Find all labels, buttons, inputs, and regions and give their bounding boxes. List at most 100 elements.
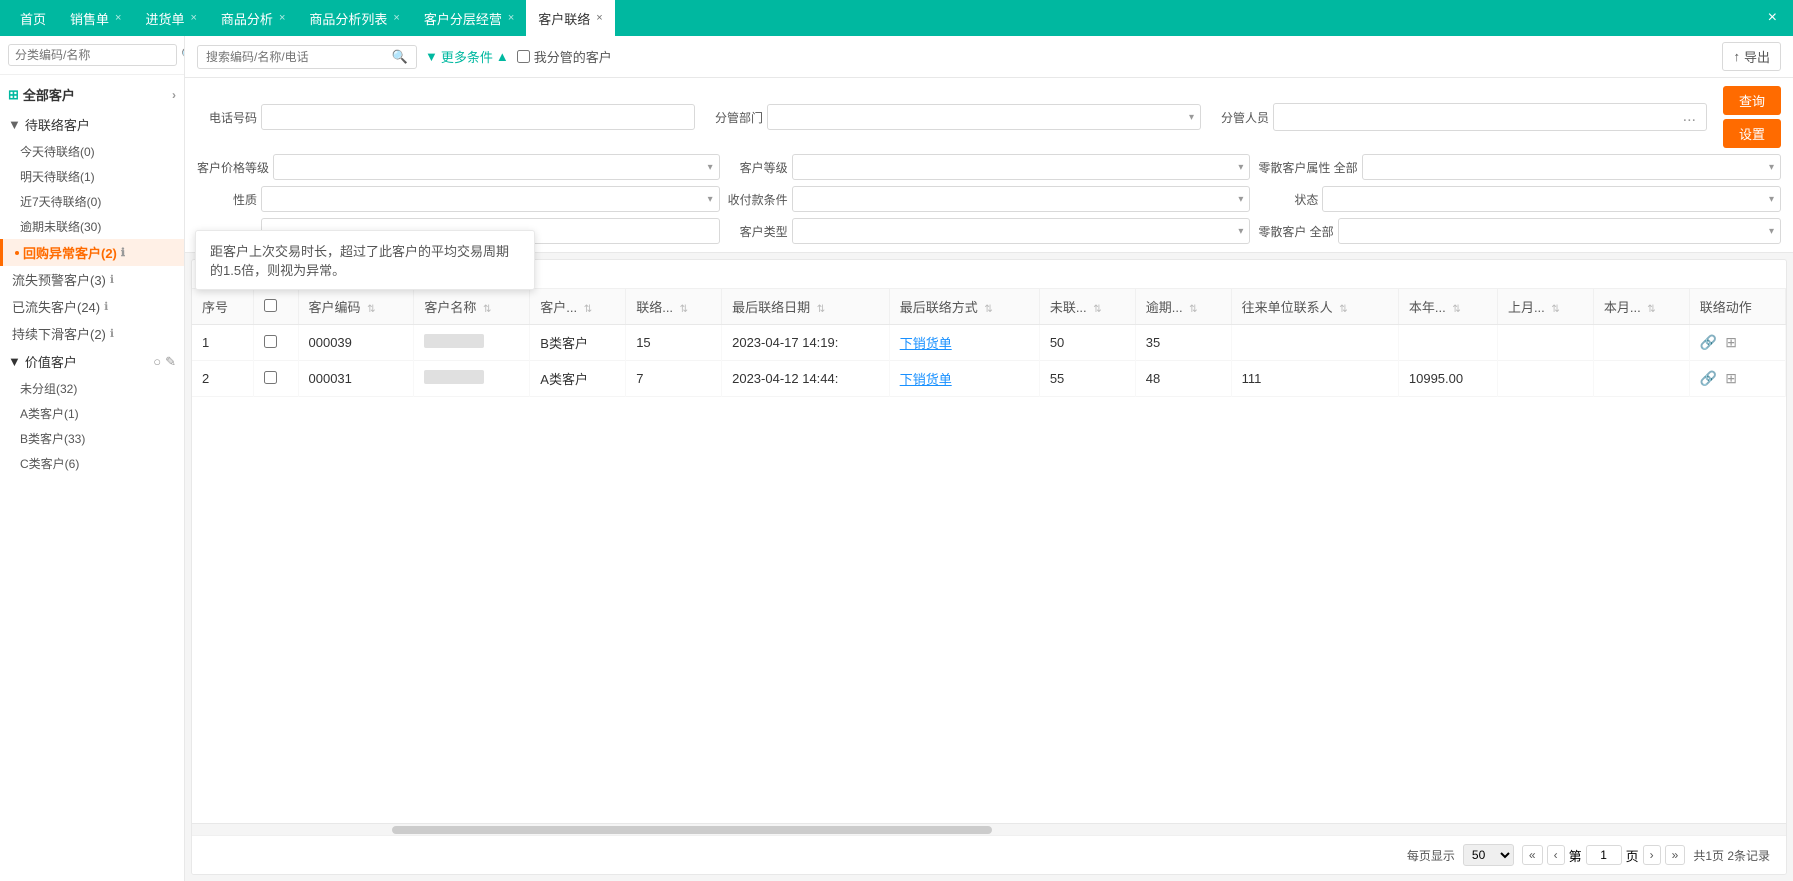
horizontal-scrollbar[interactable] (192, 823, 1786, 835)
sidebar-item-churn-warning[interactable]: 流失预警客户(3) ℹ (0, 266, 184, 293)
cell-method-1: 下销货单 (889, 325, 1039, 361)
sidebar-item-overdue-contact[interactable]: 逾期未联络(30) (0, 214, 184, 239)
sort-icon-overdue: ⇅ (1189, 304, 1197, 315)
table-scroll-container[interactable]: 序号 客户编码 ⇅ 客户名称 ⇅ 客户... ⇅ 联络... ⇅ 最后联络日期 … (192, 289, 1786, 823)
sidebar-pending-contact-header[interactable]: ▼ 待联络客户 (0, 110, 184, 139)
next-page-button[interactable]: › (1643, 845, 1661, 865)
cell-check-2 (253, 361, 298, 397)
filter-retail-customer-select[interactable]: ▾ (1338, 218, 1781, 244)
first-page-button[interactable]: « (1522, 845, 1543, 865)
col-actions: 联络动作 (1689, 289, 1785, 325)
cell-code-2: 000031 (298, 361, 414, 397)
sidebar-search-input[interactable] (8, 44, 177, 66)
col-checkbox (253, 289, 298, 325)
nav-sales-close[interactable]: × (115, 12, 121, 24)
nav-product-analysis[interactable]: 商品分析 × (209, 0, 297, 36)
nav-customer-tier[interactable]: 客户分层经营 × (412, 0, 526, 36)
payment-arrow-icon: ▾ (1238, 194, 1243, 205)
sidebar-item-tomorrow-contact[interactable]: 明天待联络(1) (0, 164, 184, 189)
nav-purchase[interactable]: 进货单 × (133, 0, 208, 36)
sidebar-item-ungrouped[interactable]: 未分组(32) (0, 376, 184, 401)
method-link-2[interactable]: 下销货单 (900, 372, 952, 387)
filter-retail-attr-select[interactable]: ▾ (1362, 154, 1781, 180)
main-layout: 🔍 ⊞ 全部客户 › ▼ 待联络客户 今天待联络(0) 明天待联络(1) 近7天… (0, 36, 1793, 881)
link-icon-1[interactable]: 🔗 (1700, 334, 1717, 351)
more-conditions-arrow: ▲ (496, 49, 509, 64)
circle-icon[interactable]: ○ (153, 354, 161, 370)
nav-product-analysis-list[interactable]: 商品分析列表 × (297, 0, 411, 36)
nav-sales[interactable]: 销售单 × (58, 0, 133, 36)
filter-manager-select[interactable]: ... (1273, 103, 1707, 131)
last-page-button[interactable]: » (1665, 845, 1686, 865)
grid-icon-1[interactable]: ⊞ (1725, 334, 1737, 351)
sidebar-item-class-a[interactable]: A类客户(1) (0, 401, 184, 426)
per-page-select[interactable]: 50 20 100 (1463, 844, 1514, 866)
search-bar-icon[interactable]: 🔍 (392, 49, 408, 65)
prev-page-button[interactable]: ‹ (1547, 845, 1565, 865)
nav-customer-contact[interactable]: 客户联络 × (526, 0, 614, 36)
nav-customer-tier-label: 客户分层经营 (424, 9, 502, 28)
my-customers-checkbox[interactable] (517, 50, 530, 63)
nav-customer-contact-close[interactable]: × (596, 12, 602, 24)
settings-button[interactable]: 设置 (1723, 119, 1781, 148)
sidebar-tree: ⊞ 全部客户 › ▼ 待联络客户 今天待联络(0) 明天待联络(1) 近7天待联… (0, 75, 184, 881)
sidebar-value-section: ▼ 价值客户 ○ ✎ 未分组(32) A类客户(1) B类客户(33) C类客户… (0, 347, 184, 476)
filter-phone-input[interactable] (261, 104, 695, 130)
filter-status-select[interactable]: ▾ (1322, 186, 1781, 212)
page-number-input[interactable] (1586, 845, 1622, 865)
filter-icon: ▼ (425, 49, 438, 64)
more-conditions-btn[interactable]: ▼ 更多条件 ▲ (425, 47, 509, 66)
sidebar-item-declining[interactable]: 持续下滑客户(2) ℹ (0, 320, 184, 347)
nav-customer-tier-close[interactable]: × (508, 12, 514, 24)
sort-icon-this-month: ⇅ (1647, 304, 1655, 315)
content-area: 🔍 ▼ 更多条件 ▲ 我分管的客户 ↑ 导出 电话号码 (185, 36, 1793, 881)
cell-name-2 (414, 361, 530, 397)
row-checkbox-1[interactable] (264, 335, 277, 348)
nav-product-analysis-list-close[interactable]: × (393, 12, 399, 24)
filter-payment-select[interactable]: ▾ (792, 186, 1251, 212)
sidebar-pending-contact-section: ▼ 待联络客户 今天待联络(0) 明天待联络(1) 近7天待联络(0) 逾期未联… (0, 110, 184, 239)
info-icon4: ℹ (110, 327, 114, 340)
filter-price-level-select[interactable]: ▾ (273, 154, 720, 180)
cell-name-1 (414, 325, 530, 361)
sidebar-item-today-contact[interactable]: 今天待联络(0) (0, 139, 184, 164)
sidebar-item-repurchase-anomaly[interactable]: 回购异常客户(2) ℹ (0, 239, 184, 266)
sidebar-item-7day-contact[interactable]: 近7天待联络(0) (0, 189, 184, 214)
dots-icon[interactable]: ... (1679, 108, 1700, 126)
scroll-thumb[interactable] (392, 826, 992, 834)
filter-customer-type-select[interactable]: ▾ (792, 218, 1251, 244)
grid-icon-2[interactable]: ⊞ (1725, 370, 1737, 387)
sort-icon-last-month: ⇅ (1551, 304, 1559, 315)
cell-this-month-1 (1593, 325, 1689, 361)
filter-customer-level-label: 客户等级 (728, 159, 788, 176)
nav-purchase-close[interactable]: × (190, 12, 196, 24)
export-button[interactable]: ↑ 导出 (1722, 42, 1781, 71)
filter-retail-customer-field: 零散客户 全部 ▾ (1258, 218, 1781, 244)
edit-icon[interactable]: ✎ (165, 354, 176, 370)
query-button[interactable]: 查询 (1723, 86, 1781, 115)
link-icon-2[interactable]: 🔗 (1700, 370, 1717, 387)
filter-retail-attr-field: 零散客户属性 全部 ▾ (1258, 154, 1781, 180)
export-icon: ↑ (1733, 49, 1740, 64)
cell-year-1 (1398, 325, 1497, 361)
status-arrow-icon: ▾ (1769, 194, 1774, 205)
nav-product-analysis-list-label: 商品分析列表 (309, 9, 387, 28)
sidebar-item-churned[interactable]: 已流失客户(24) ℹ (0, 293, 184, 320)
filter-customer-level-select[interactable]: ▾ (792, 154, 1251, 180)
nav-product-analysis-close[interactable]: × (279, 12, 285, 24)
nav-home[interactable]: 首页 (8, 0, 58, 36)
search-input[interactable] (206, 50, 392, 64)
row-checkbox-2[interactable] (264, 371, 277, 384)
select-all-checkbox[interactable] (264, 299, 277, 312)
method-link-1[interactable]: 下销货单 (900, 336, 952, 351)
window-close-button[interactable]: × (1760, 9, 1785, 27)
sidebar-item-class-c[interactable]: C类客户(6) (0, 451, 184, 476)
cell-actions-1: 🔗 ⊞ (1689, 325, 1785, 361)
sidebar-item-class-b[interactable]: B类客户(33) (0, 426, 184, 451)
filter-nature-select[interactable]: ▾ (261, 186, 720, 212)
sidebar-value-header[interactable]: ▼ 价值客户 ○ ✎ (0, 347, 184, 376)
filter-dept-select[interactable]: ▾ (767, 104, 1201, 130)
filter-status-label: 状态 (1258, 191, 1318, 208)
filter-customer-type-field: 客户类型 ▾ (728, 218, 1251, 244)
sidebar-root-all-customers[interactable]: ⊞ 全部客户 › (0, 79, 184, 110)
